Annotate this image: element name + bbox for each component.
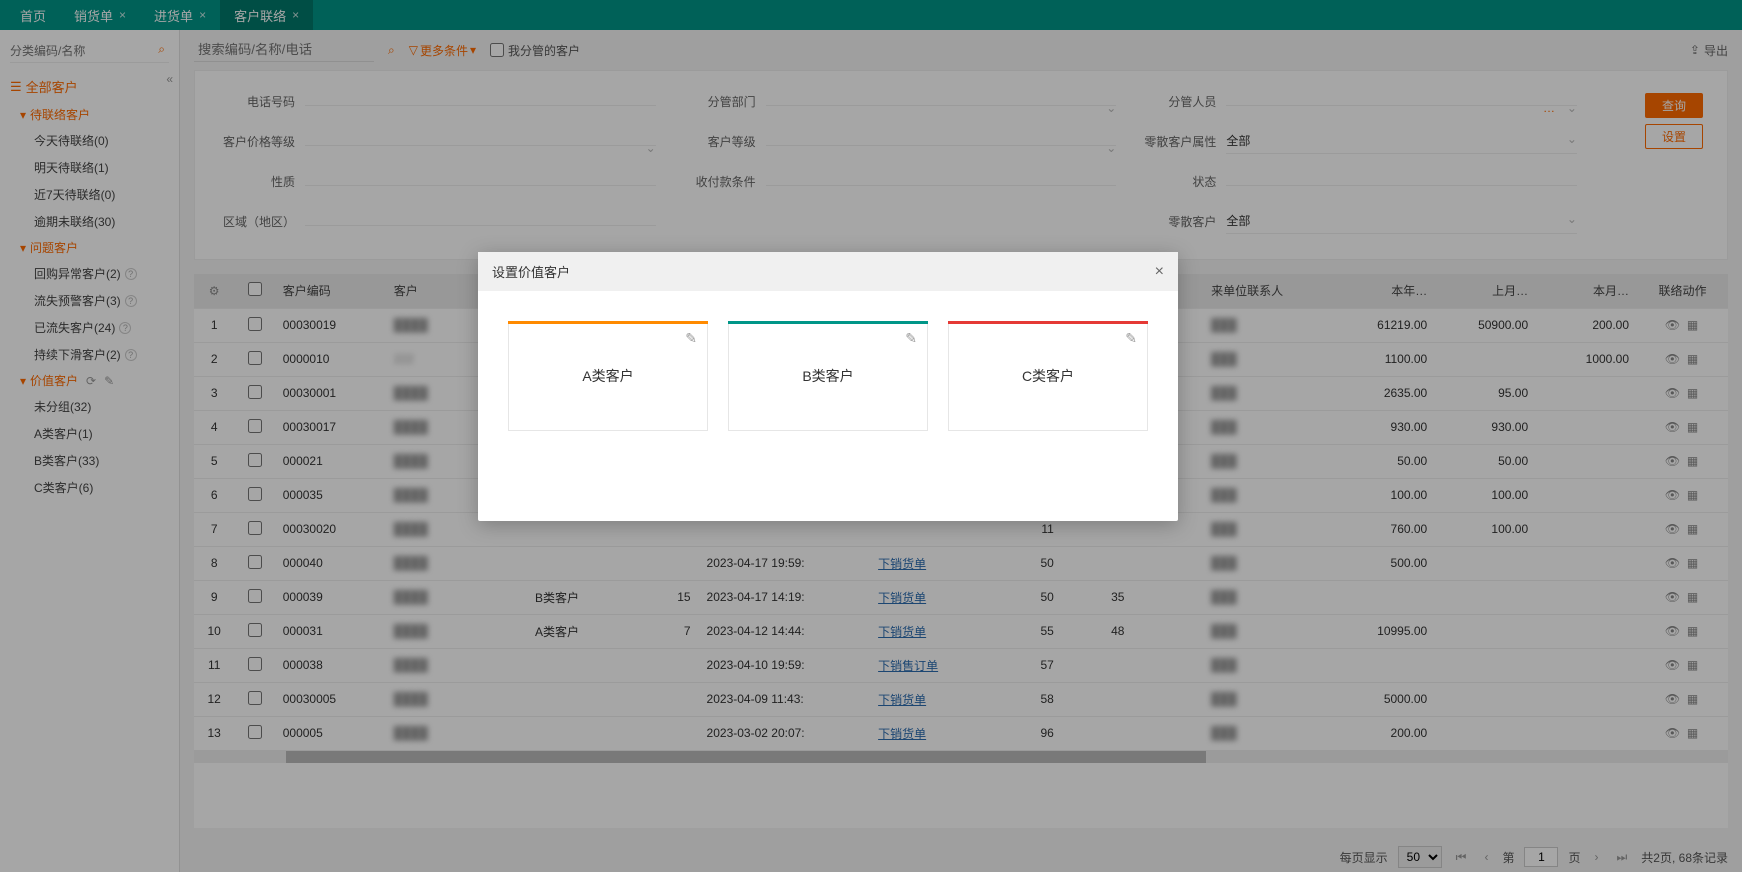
edit-icon[interactable]: ✎ [685,330,697,347]
modal-title: 设置价值客户 [492,262,1155,281]
card-label: A类客户 [582,366,633,386]
value-customer-modal: 设置价值客户 × ✎ A类客户 ✎ B类客户 ✎ C类客户 [478,252,1178,521]
close-icon[interactable]: × [1155,263,1164,281]
edit-icon[interactable]: ✎ [1125,330,1137,347]
edit-icon[interactable]: ✎ [905,330,917,347]
card-label: B类客户 [802,366,853,386]
value-card-c[interactable]: ✎ C类客户 [948,321,1148,431]
card-label: C类客户 [1022,366,1074,386]
value-card-b[interactable]: ✎ B类客户 [728,321,928,431]
value-card-a[interactable]: ✎ A类客户 [508,321,708,431]
